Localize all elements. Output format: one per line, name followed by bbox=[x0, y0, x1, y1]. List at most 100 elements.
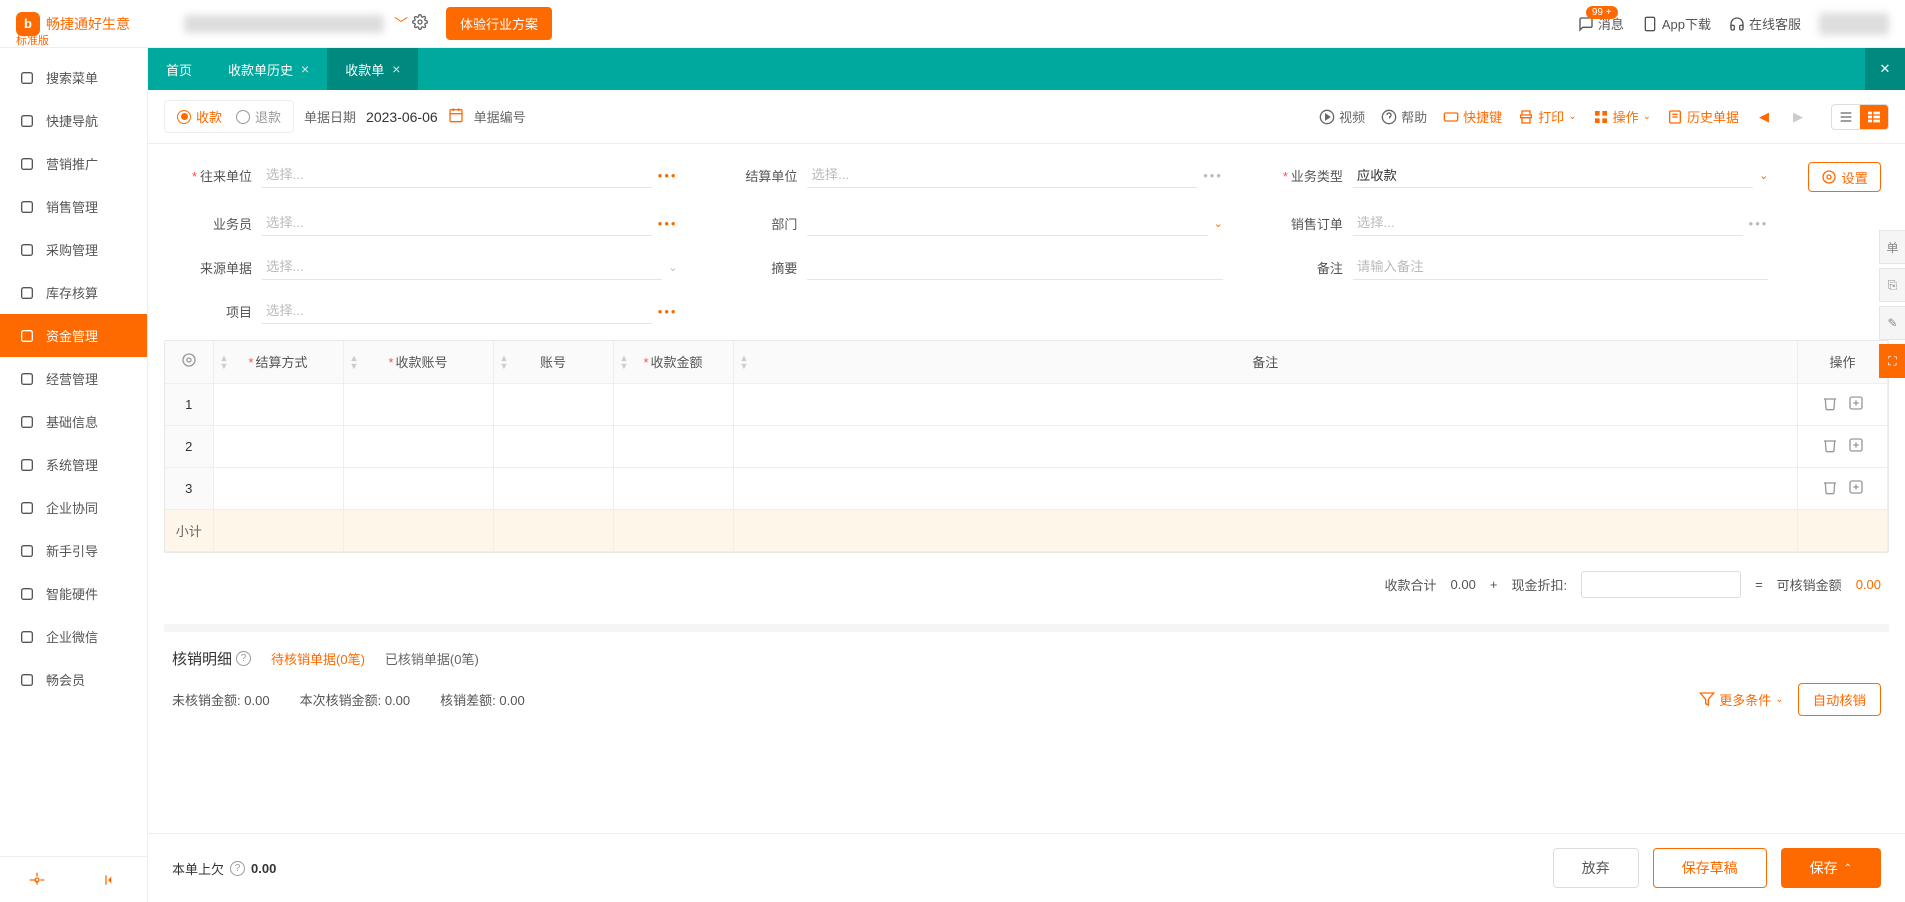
sidebar-item-label: 新手引导 bbox=[46, 541, 98, 560]
rail-item-2[interactable]: ⎘ bbox=[1879, 268, 1905, 302]
radio-receipt[interactable]: 收款 bbox=[177, 107, 222, 126]
gear-icon bbox=[181, 352, 197, 368]
col-acct-no[interactable]: ▲▼账号 bbox=[493, 341, 613, 383]
prev-bill-button[interactable]: ◀ bbox=[1755, 109, 1773, 125]
sidebar-item-12[interactable]: 智能硬件 bbox=[0, 572, 147, 615]
sidebar-item-9[interactable]: 系统管理 bbox=[0, 443, 147, 486]
shortcut-link[interactable]: 快捷键 bbox=[1443, 107, 1502, 126]
add-row-icon[interactable] bbox=[1848, 437, 1864, 456]
settings-gear-icon[interactable] bbox=[408, 10, 432, 37]
summary-input[interactable] bbox=[807, 254, 1222, 280]
view-form-button[interactable] bbox=[1860, 105, 1888, 129]
add-row-icon[interactable] bbox=[1848, 395, 1864, 414]
more-icon[interactable]: ••• bbox=[1197, 168, 1223, 183]
auto-writeoff-button[interactable]: 自动核销 bbox=[1798, 683, 1881, 716]
project-input[interactable] bbox=[262, 298, 652, 324]
cash-discount-input[interactable] bbox=[1581, 571, 1741, 598]
close-icon[interactable]: × bbox=[392, 61, 400, 77]
sidebar-item-1[interactable]: 快捷导航 bbox=[0, 99, 147, 142]
dept-input[interactable] bbox=[807, 210, 1207, 236]
radio-refund[interactable]: 退款 bbox=[236, 107, 281, 126]
sidebar-settings-button[interactable] bbox=[0, 857, 74, 902]
dept-label: 部门 bbox=[717, 214, 807, 233]
more-icon[interactable]: ••• bbox=[1743, 216, 1769, 231]
tab-0[interactable]: 首页 bbox=[148, 48, 210, 90]
rail-item-1[interactable]: 单 bbox=[1879, 230, 1905, 264]
tab-1[interactable]: 收款单历史× bbox=[210, 48, 327, 90]
discard-button[interactable]: 放弃 bbox=[1553, 848, 1639, 888]
col-account[interactable]: ▲▼收款账号 bbox=[343, 341, 493, 383]
print-link[interactable]: 打印⌄ bbox=[1518, 107, 1576, 126]
col-settle-method[interactable]: ▲▼结算方式 bbox=[213, 341, 343, 383]
sidebar-item-0[interactable]: 搜索菜单 bbox=[0, 56, 147, 99]
add-row-icon[interactable] bbox=[1848, 479, 1864, 498]
delete-row-icon[interactable] bbox=[1822, 437, 1838, 456]
more-filter-link[interactable]: 更多条件⌄ bbox=[1699, 690, 1783, 709]
help-link[interactable]: 帮助 bbox=[1381, 107, 1427, 126]
video-link[interactable]: 视频 bbox=[1319, 107, 1365, 126]
app-download-link[interactable]: App下载 bbox=[1642, 14, 1711, 33]
save-draft-button[interactable]: 保存草稿 bbox=[1653, 848, 1767, 888]
sidebar-item-14[interactable]: 畅会员 bbox=[0, 658, 147, 701]
sidebar-item-11[interactable]: 新手引导 bbox=[0, 529, 147, 572]
table-row[interactable]: 1 bbox=[165, 383, 1888, 425]
project-field: 项目••• bbox=[172, 298, 677, 324]
sidebar-item-10[interactable]: 企业协同 bbox=[0, 486, 147, 529]
calendar-icon[interactable] bbox=[448, 107, 464, 126]
source-bill-input[interactable] bbox=[262, 254, 662, 280]
save-button[interactable]: 保存⌃ bbox=[1781, 848, 1881, 888]
history-link[interactable]: 历史单据 bbox=[1667, 107, 1739, 126]
next-bill-button[interactable]: ▶ bbox=[1789, 109, 1807, 125]
col-config-header[interactable] bbox=[165, 341, 213, 383]
setup-button[interactable]: 设置 bbox=[1808, 162, 1881, 192]
sidebar-item-8[interactable]: 基础信息 bbox=[0, 400, 147, 443]
company-selector[interactable]: ﹀ bbox=[184, 14, 408, 34]
view-list-button[interactable] bbox=[1832, 105, 1860, 129]
messages-link[interactable]: 99 + 消息 bbox=[1578, 14, 1624, 33]
support-link[interactable]: 在线客服 bbox=[1729, 14, 1801, 33]
salesman-input[interactable] bbox=[262, 210, 652, 236]
tab-label: 收款单 bbox=[345, 60, 384, 79]
chevron-down-icon[interactable]: ⌄ bbox=[662, 261, 677, 274]
sidebar-item-6[interactable]: 资金管理 bbox=[0, 314, 147, 357]
sale-order-input[interactable] bbox=[1353, 210, 1743, 236]
col-remark[interactable]: ▲▼备注 bbox=[733, 341, 1798, 383]
chevron-down-icon[interactable]: ⌄ bbox=[1753, 169, 1768, 182]
more-icon[interactable]: ••• bbox=[652, 216, 678, 231]
delete-row-icon[interactable] bbox=[1822, 479, 1838, 498]
table-row[interactable]: 2 bbox=[165, 425, 1888, 467]
sidebar-item-3[interactable]: 销售管理 bbox=[0, 185, 147, 228]
help-icon[interactable]: ? bbox=[230, 861, 245, 876]
play-icon bbox=[18, 542, 36, 560]
done-tab[interactable]: 已核销单据(0笔) bbox=[385, 649, 479, 668]
rail-item-4[interactable]: ⛶ bbox=[1879, 344, 1905, 378]
rail-item-3[interactable]: ✎ bbox=[1879, 306, 1905, 340]
sidebar-item-2[interactable]: 营销推广 bbox=[0, 142, 147, 185]
table-row[interactable]: 3 bbox=[165, 467, 1888, 509]
more-icon[interactable]: ••• bbox=[652, 168, 678, 183]
chevron-down-icon[interactable]: ⌄ bbox=[1208, 217, 1223, 230]
operate-link[interactable]: 操作⌄ bbox=[1593, 107, 1651, 126]
sidebar-item-7[interactable]: 经营管理 bbox=[0, 357, 147, 400]
delete-row-icon[interactable] bbox=[1822, 395, 1838, 414]
settle-unit-input[interactable] bbox=[807, 162, 1197, 188]
pending-tab[interactable]: 待核销单据(0笔) bbox=[271, 649, 365, 668]
user-avatar-blur[interactable] bbox=[1819, 13, 1889, 35]
sort-icon: ▲▼ bbox=[350, 354, 359, 370]
more-icon[interactable]: ••• bbox=[652, 304, 678, 319]
trial-button[interactable]: 体验行业方案 bbox=[446, 7, 552, 40]
close-icon[interactable]: × bbox=[301, 61, 309, 77]
sidebar-item-13[interactable]: 企业微信 bbox=[0, 615, 147, 658]
sidebar-item-4[interactable]: 采购管理 bbox=[0, 228, 147, 271]
tabs-close-all-button[interactable]: ✕ bbox=[1865, 48, 1905, 90]
sidebar-collapse-button[interactable] bbox=[74, 857, 148, 902]
sort-icon: ▲▼ bbox=[740, 354, 749, 370]
bill-date-value[interactable]: 2023-06-06 bbox=[366, 109, 438, 125]
col-amount[interactable]: ▲▼收款金额 bbox=[613, 341, 733, 383]
help-icon[interactable]: ? bbox=[236, 651, 251, 666]
sidebar-item-5[interactable]: 库存核算 bbox=[0, 271, 147, 314]
remark-input[interactable] bbox=[1353, 254, 1768, 280]
tab-2[interactable]: 收款单 × bbox=[327, 48, 418, 90]
biz-type-input[interactable] bbox=[1353, 162, 1753, 188]
partner-input[interactable] bbox=[262, 162, 652, 188]
